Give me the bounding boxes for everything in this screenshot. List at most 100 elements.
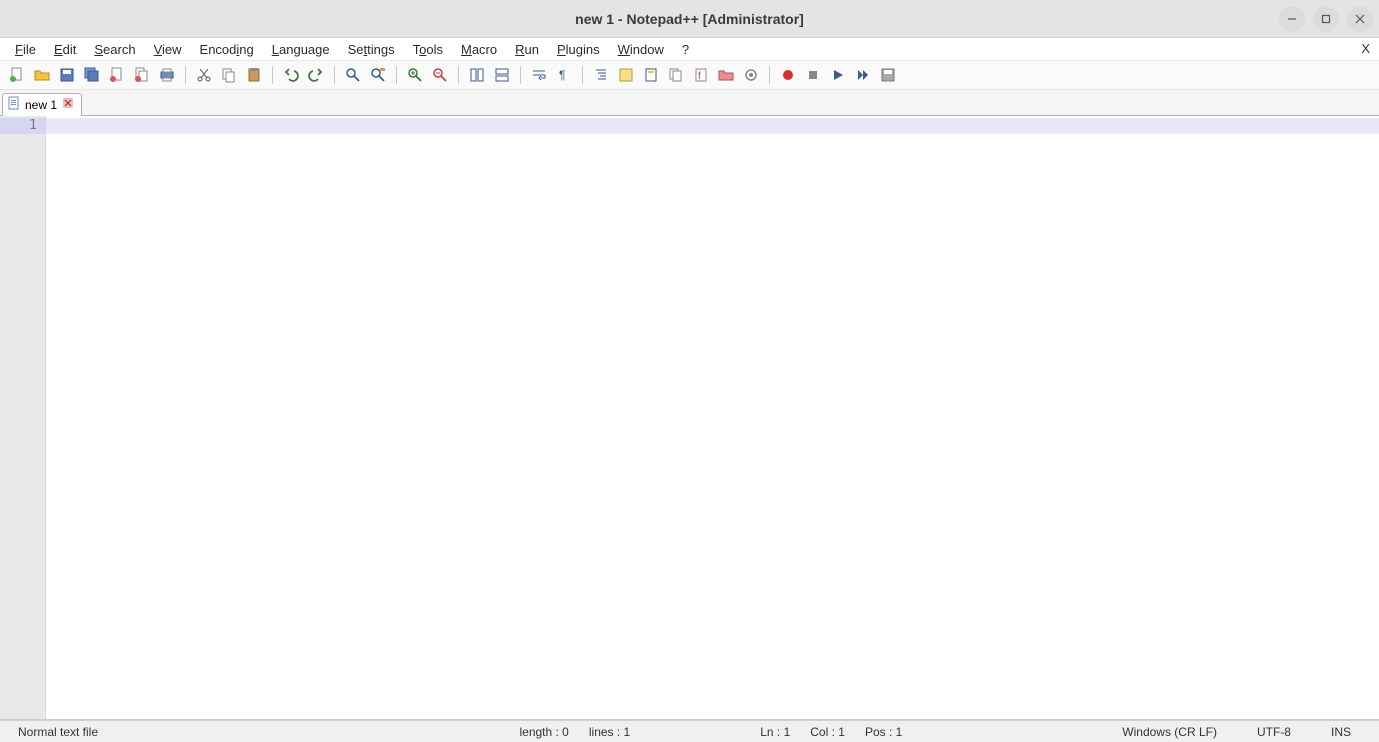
sync-h-icon xyxy=(494,67,510,83)
toolbar-paste-button[interactable] xyxy=(243,64,265,86)
minimize-icon xyxy=(1287,14,1297,24)
macro-play-icon xyxy=(830,67,846,83)
macro-play-multi-icon xyxy=(855,67,871,83)
toolbar-close-all-button[interactable] xyxy=(131,64,153,86)
status-col: Col : 1 xyxy=(800,725,855,739)
text-area[interactable] xyxy=(46,116,1379,719)
toolbar-sync-v-button[interactable] xyxy=(466,64,488,86)
menubar: File Edit Search View Encoding Language … xyxy=(0,38,1379,60)
toolbar-zoom-out-button[interactable] xyxy=(429,64,451,86)
toolbar-replace-button[interactable] xyxy=(367,64,389,86)
svg-text:f: f xyxy=(698,71,701,82)
line-number-gutter: 1 xyxy=(0,116,46,719)
toolbar-separator xyxy=(769,66,770,84)
toolbar-find-button[interactable] xyxy=(342,64,364,86)
toolbar-indent-guide-button[interactable] xyxy=(590,64,612,86)
save-all-icon xyxy=(84,67,100,83)
toolbar-monitor-button[interactable] xyxy=(740,64,762,86)
editor-area: 1 xyxy=(0,116,1379,720)
close-icon xyxy=(1355,14,1365,24)
menu-encoding[interactable]: Encoding xyxy=(191,40,263,59)
menu-edit[interactable]: Edit xyxy=(45,40,85,59)
toolbar-macro-play-multi-button[interactable] xyxy=(852,64,874,86)
folder-workspace-icon xyxy=(718,67,734,83)
macro-stop-icon xyxy=(805,67,821,83)
menu-language[interactable]: Language xyxy=(263,40,339,59)
menu-run[interactable]: Run xyxy=(506,40,548,59)
word-wrap-icon xyxy=(531,67,547,83)
toolbar-zoom-in-button[interactable] xyxy=(404,64,426,86)
zoom-in-icon xyxy=(407,67,423,83)
toolbar-macro-play-button[interactable] xyxy=(827,64,849,86)
status-file-type: Normal text file xyxy=(8,725,108,739)
toolbar-macro-stop-button[interactable] xyxy=(802,64,824,86)
close-button[interactable] xyxy=(1347,6,1373,32)
copy-icon xyxy=(221,67,237,83)
toolbar-print-button[interactable] xyxy=(156,64,178,86)
doc-list-icon xyxy=(668,67,684,83)
paste-icon xyxy=(246,67,262,83)
toolbar-separator xyxy=(185,66,186,84)
show-all-chars-icon: ¶ xyxy=(556,67,572,83)
toolbar-user-lang-button[interactable] xyxy=(615,64,637,86)
toolbar-sync-h-button[interactable] xyxy=(491,64,513,86)
window-controls xyxy=(1279,6,1373,32)
menu-search[interactable]: Search xyxy=(85,40,144,59)
menu-macro[interactable]: Macro xyxy=(452,40,506,59)
tab-close-button[interactable] xyxy=(61,98,75,111)
menu-view[interactable]: View xyxy=(145,40,191,59)
toolbar-undo-button[interactable] xyxy=(280,64,302,86)
svg-text:¶: ¶ xyxy=(559,68,565,82)
window-title: new 1 - Notepad++ [Administrator] xyxy=(575,11,804,27)
toolbar-copy-button[interactable] xyxy=(218,64,240,86)
toolbar-separator xyxy=(396,66,397,84)
replace-icon xyxy=(370,67,386,83)
toolbar-separator xyxy=(272,66,273,84)
menu-file[interactable]: File xyxy=(6,40,45,59)
redo-icon xyxy=(308,67,324,83)
current-line-highlight xyxy=(46,118,1379,134)
undo-icon xyxy=(283,67,299,83)
toolbar-wrap-button[interactable] xyxy=(528,64,550,86)
print-icon xyxy=(159,67,175,83)
toolbar-cut-button[interactable] xyxy=(193,64,215,86)
menu-tools[interactable]: Tools xyxy=(404,40,452,59)
toolbar-close-button[interactable] xyxy=(106,64,128,86)
indent-guide-icon xyxy=(593,67,609,83)
toolbar-new-button[interactable] xyxy=(6,64,28,86)
tab-file-icon xyxy=(7,96,21,113)
toolbar-show-chars-button[interactable]: ¶ xyxy=(553,64,575,86)
status-length: length : 0 xyxy=(509,725,578,739)
menu-help[interactable]: ? xyxy=(673,40,698,59)
toolbar-separator xyxy=(458,66,459,84)
maximize-icon xyxy=(1321,14,1331,24)
maximize-button[interactable] xyxy=(1313,6,1339,32)
statusbar: Normal text file length : 0 lines : 1 Ln… xyxy=(0,720,1379,742)
toolbar-doc-list-button[interactable] xyxy=(665,64,687,86)
menu-plugins[interactable]: Plugins xyxy=(548,40,609,59)
new-file-icon xyxy=(9,67,25,83)
macro-save-icon xyxy=(880,67,896,83)
toolbar: ¶ f xyxy=(0,60,1379,90)
menubar-close-x[interactable]: X xyxy=(1361,41,1370,56)
minimize-button[interactable] xyxy=(1279,6,1305,32)
status-encoding: UTF-8 xyxy=(1237,725,1311,739)
status-ln: Ln : 1 xyxy=(750,725,800,739)
menu-window[interactable]: Window xyxy=(609,40,673,59)
toolbar-open-button[interactable] xyxy=(31,64,53,86)
status-lines: lines : 1 xyxy=(579,725,640,739)
toolbar-func-list-button[interactable]: f xyxy=(690,64,712,86)
toolbar-separator xyxy=(334,66,335,84)
status-mode: INS xyxy=(1311,725,1371,739)
toolbar-folder-button[interactable] xyxy=(715,64,737,86)
toolbar-save-button[interactable] xyxy=(56,64,78,86)
toolbar-redo-button[interactable] xyxy=(305,64,327,86)
tab-new-1[interactable]: new 1 xyxy=(2,93,82,116)
toolbar-doc-map-button[interactable] xyxy=(640,64,662,86)
toolbar-save-all-button[interactable] xyxy=(81,64,103,86)
tabbar: new 1 xyxy=(0,90,1379,116)
user-language-icon xyxy=(618,67,634,83)
toolbar-macro-save-button[interactable] xyxy=(877,64,899,86)
toolbar-macro-record-button[interactable] xyxy=(777,64,799,86)
menu-settings[interactable]: Settings xyxy=(339,40,404,59)
